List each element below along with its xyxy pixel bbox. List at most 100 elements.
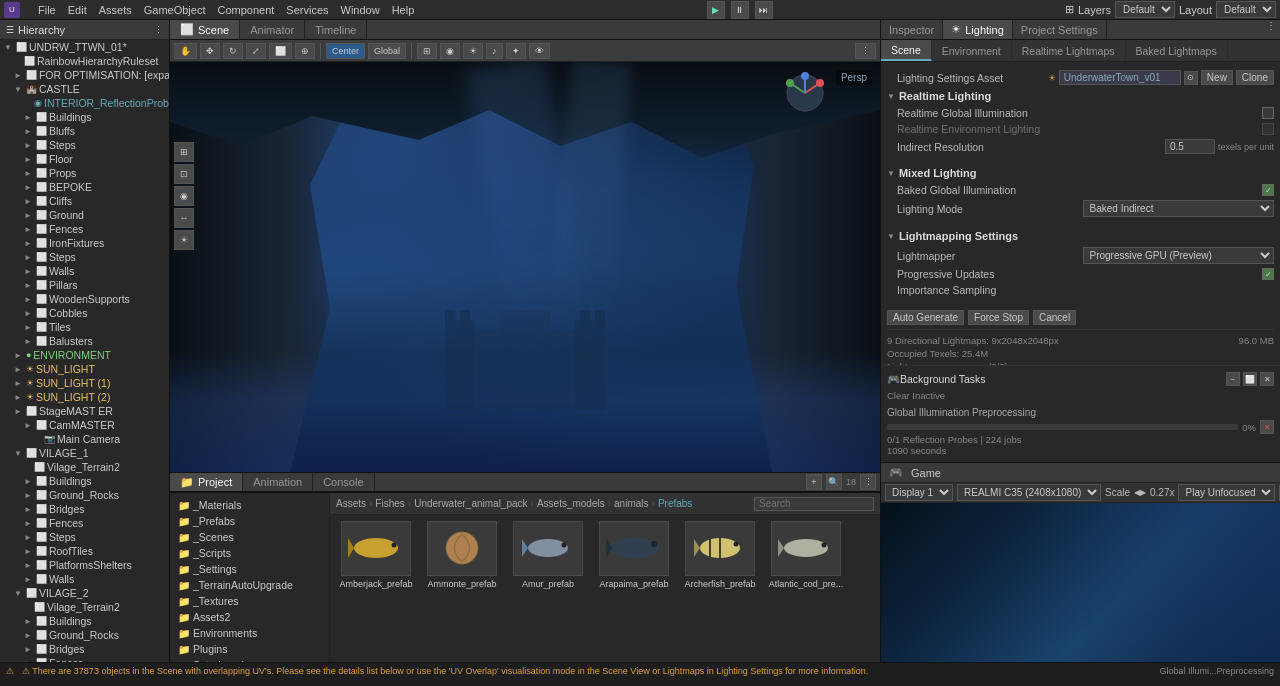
- game-view[interactable]: [881, 503, 1280, 662]
- tool-transform[interactable]: ⊕: [295, 43, 315, 59]
- hierarchy-item[interactable]: 📷Main Camera: [0, 432, 169, 446]
- overlay-btn-3[interactable]: ◉: [174, 186, 194, 206]
- indirect-res-input[interactable]: [1165, 139, 1215, 154]
- game-display-select[interactable]: Display 1: [885, 484, 953, 501]
- project-folder[interactable]: 📁_Scenes: [170, 529, 329, 545]
- hierarchy-item[interactable]: ▼⬜VILAGE_1: [0, 446, 169, 460]
- breadcrumb-item[interactable]: Assets_models: [537, 498, 605, 509]
- lighting-btn[interactable]: ☀: [463, 43, 483, 59]
- tab-scene[interactable]: ⬜ Scene: [170, 20, 240, 39]
- hierarchy-item[interactable]: ►⬜BEPOKE: [0, 180, 169, 194]
- asset-item[interactable]: Archerfish_prefab: [680, 521, 760, 590]
- settings-asset-target[interactable]: ⊙: [1184, 71, 1198, 85]
- hierarchy-item[interactable]: ►⬜WoodenSupports: [0, 292, 169, 306]
- project-folder[interactable]: 📁Environments: [170, 625, 329, 641]
- hierarchy-item[interactable]: ⬜Vilage_Terrain2: [0, 600, 169, 614]
- hidden-btn[interactable]: 👁: [529, 43, 550, 59]
- lighting-mode-select[interactable]: Baked Indirect: [1083, 200, 1275, 217]
- hierarchy-item[interactable]: ►☀SUN_LIGHT (1): [0, 376, 169, 390]
- tool-scale[interactable]: ⤢: [246, 43, 266, 59]
- bg-tasks-restore[interactable]: ⬜: [1243, 372, 1257, 386]
- lightmapper-select[interactable]: Progressive GPU (Preview): [1083, 247, 1275, 264]
- tool-rect[interactable]: ⬜: [269, 43, 292, 59]
- hierarchy-item[interactable]: ►⬜Buildings: [0, 474, 169, 488]
- hierarchy-item[interactable]: ►⬜Steps: [0, 250, 169, 264]
- hierarchy-item[interactable]: ►⬜PlatformsShelters: [0, 558, 169, 572]
- asset-item[interactable]: Atlantic_cod_pre...: [766, 521, 846, 590]
- scene-view[interactable]: Persp ⊞: [170, 62, 880, 472]
- gizmos-btn[interactable]: ◉: [440, 43, 460, 59]
- hierarchy-item[interactable]: ⬜Vilage_Terrain2: [0, 460, 169, 474]
- bg-tasks-close[interactable]: ✕: [1260, 372, 1274, 386]
- project-folder[interactable]: 📁_Scripts: [170, 545, 329, 561]
- game-resolution-select[interactable]: REALMI C35 (2408x1080): [957, 484, 1101, 501]
- asset-item[interactable]: Amur_prefab: [508, 521, 588, 590]
- baked-gi-checkbox[interactable]: ✓: [1262, 184, 1274, 196]
- hierarchy-item[interactable]: ►⬜Bluffs: [0, 124, 169, 138]
- tab-console[interactable]: Console: [313, 473, 374, 491]
- hierarchy-item[interactable]: ►⬜Ground_Rocks: [0, 628, 169, 642]
- hierarchy-item[interactable]: ►⬜Ground: [0, 208, 169, 222]
- tab-inspector[interactable]: Inspector: [881, 20, 943, 39]
- step-button[interactable]: ⏭: [755, 1, 773, 19]
- hierarchy-options[interactable]: ⋮: [154, 25, 163, 35]
- hierarchy-item[interactable]: ►⬜Steps: [0, 138, 169, 152]
- hierarchy-item[interactable]: ►⬜Tiles: [0, 320, 169, 334]
- tool-hand[interactable]: ✋: [174, 43, 197, 59]
- menu-help[interactable]: Help: [392, 4, 415, 16]
- overlay-btn-4[interactable]: ↔: [174, 208, 194, 228]
- clone-lighting-btn[interactable]: Clone: [1236, 70, 1274, 85]
- project-folder[interactable]: 📁_Prefabs: [170, 513, 329, 529]
- game-playmode-select[interactable]: Play Unfocused: [1178, 484, 1275, 501]
- hierarchy-item[interactable]: ▼⬜VILAGE_2: [0, 586, 169, 600]
- project-folder[interactable]: 📁SatorImaging: [170, 657, 329, 662]
- progressive-updates-checkbox[interactable]: ✓: [1262, 268, 1274, 280]
- hierarchy-item[interactable]: ►⬜Walls: [0, 264, 169, 278]
- lighting-subtab-scene[interactable]: Scene: [881, 40, 932, 61]
- breadcrumb-item[interactable]: Underwater_animal_pack: [414, 498, 527, 509]
- lightmapping-section-header[interactable]: ▼ Lightmapping Settings: [887, 227, 1274, 245]
- lighting-subtab-realtime[interactable]: Realtime Lightmaps: [1012, 40, 1126, 61]
- hierarchy-item[interactable]: ►⬜Bridges: [0, 502, 169, 516]
- menu-gameobject[interactable]: GameObject: [144, 4, 206, 16]
- hierarchy-item[interactable]: ►⬜Ground_Rocks: [0, 488, 169, 502]
- tool-move[interactable]: ✥: [200, 43, 220, 59]
- tab-timeline[interactable]: Timeline: [305, 20, 367, 39]
- overlay-btn-5[interactable]: ☀: [174, 230, 194, 250]
- right-panel-options[interactable]: ⋮: [1262, 20, 1280, 39]
- settings-asset-value[interactable]: UnderwaterTown_v01: [1059, 70, 1181, 85]
- asset-item[interactable]: Ammonte_prefab: [422, 521, 502, 590]
- breadcrumb-item[interactable]: Fishes: [375, 498, 404, 509]
- lighting-subtab-environment[interactable]: Environment: [932, 40, 1012, 61]
- project-folder[interactable]: 📁Plugins: [170, 641, 329, 657]
- hierarchy-item[interactable]: ◉INTERIOR_ReflectionProbe: [0, 96, 169, 110]
- hierarchy-item[interactable]: ►⬜Cobbles: [0, 306, 169, 320]
- hierarchy-item[interactable]: ►⬜Steps: [0, 530, 169, 544]
- project-folder[interactable]: 📁_Textures: [170, 593, 329, 609]
- realtime-gi-checkbox[interactable]: [1262, 107, 1274, 119]
- layers-dropdown[interactable]: Default: [1115, 1, 1175, 18]
- realtime-section-header[interactable]: ▼ Realtime Lighting: [887, 87, 1274, 105]
- scene-options[interactable]: ⋮: [855, 43, 876, 59]
- hierarchy-item[interactable]: ►⬜Buildings: [0, 614, 169, 628]
- layout-dropdown[interactable]: Default: [1216, 1, 1276, 18]
- project-search-btn[interactable]: 🔍: [826, 474, 842, 490]
- hierarchy-item[interactable]: ►●ENVIRONMENT: [0, 348, 169, 362]
- asset-item[interactable]: Amberjack_prefab: [336, 521, 416, 590]
- hierarchy-item[interactable]: ►⬜CamMASTER: [0, 418, 169, 432]
- overlay-btn-2[interactable]: ⊡: [174, 164, 194, 184]
- tab-animation[interactable]: Animation: [243, 473, 313, 491]
- hierarchy-item[interactable]: ►⬜Fences: [0, 656, 169, 662]
- hierarchy-item[interactable]: ►⬜FOR OPTIMISATION: [expan: [0, 68, 169, 82]
- hierarchy-item[interactable]: ►⬜Pillars: [0, 278, 169, 292]
- project-folder[interactable]: 📁Assets2: [170, 609, 329, 625]
- center-btn[interactable]: Center: [326, 43, 365, 59]
- overlay-btn-1[interactable]: ⊞: [174, 142, 194, 162]
- menu-assets[interactable]: Assets: [99, 4, 132, 16]
- project-folder[interactable]: 📁_Settings: [170, 561, 329, 577]
- menu-component[interactable]: Component: [217, 4, 274, 16]
- hierarchy-item[interactable]: ►⬜RoofTiles: [0, 544, 169, 558]
- new-lighting-btn[interactable]: New: [1201, 70, 1233, 85]
- hierarchy-item[interactable]: ►⬜Fences: [0, 222, 169, 236]
- force-stop-btn[interactable]: Force Stop: [968, 310, 1029, 325]
